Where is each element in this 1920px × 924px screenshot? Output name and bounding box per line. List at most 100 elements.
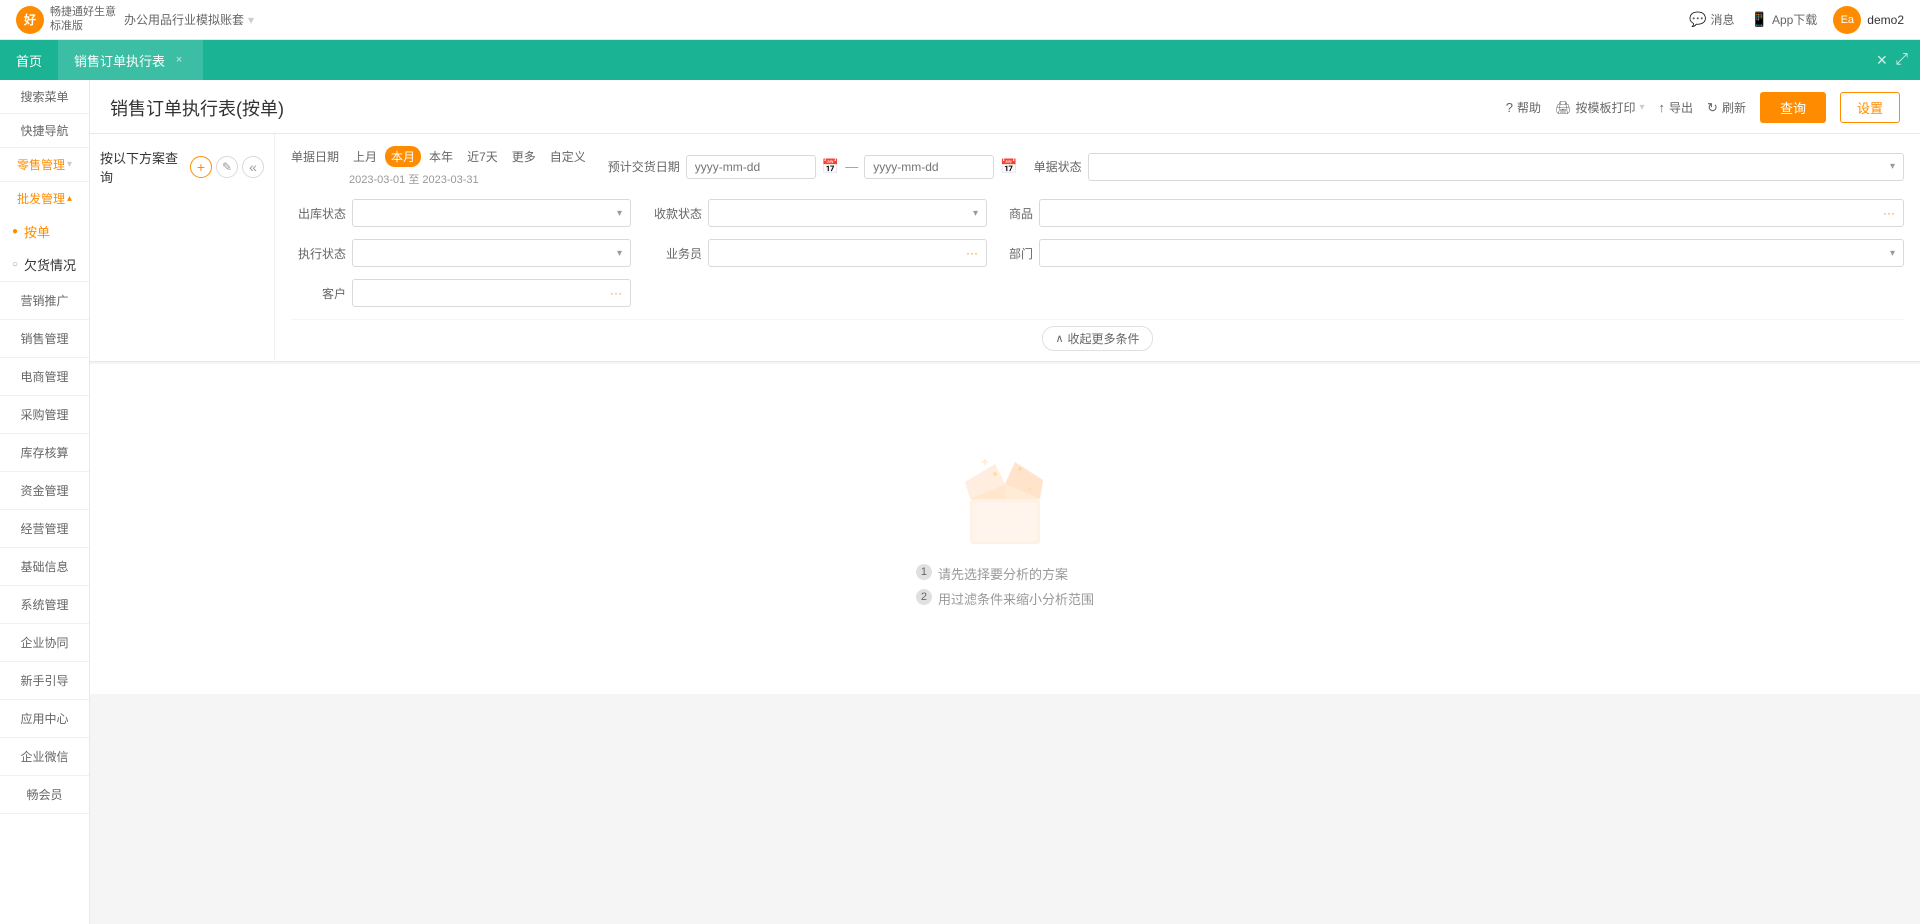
sidebar-item-sales[interactable]: 销售管理 <box>0 320 89 358</box>
delivery-status-label: 出库状态 <box>291 205 346 222</box>
expected-date-end-input[interactable] <box>864 155 994 179</box>
tab-home[interactable]: 首页 <box>0 40 58 80</box>
dept-group: 部门 ▾ <box>1003 239 1904 267</box>
sidebar-item-retail[interactable]: 零售管理 ▾ <box>0 148 89 181</box>
date-tab-custom[interactable]: 自定义 <box>544 146 592 167</box>
delivery-status-select[interactable]: ▾ <box>352 199 631 227</box>
calendar-icon-start[interactable]: 📅 <box>822 158 839 175</box>
salesperson-input[interactable]: ··· <box>708 239 987 267</box>
date-tab-this-year[interactable]: 本年 <box>423 146 459 167</box>
tab-active[interactable]: 销售订单执行表 × <box>58 40 203 80</box>
user-area[interactable]: Ea demo2 <box>1833 6 1904 34</box>
filter-row-4: 客户 ··· <box>291 279 1904 307</box>
page-header: 销售订单执行表(按单) ? 帮助 🖨 按模板打印 ▾ ↑ 导出 <box>90 80 1920 134</box>
sidebar-item-operation[interactable]: 经营管理 <box>0 510 89 548</box>
collapse-bar: ∧ 收起更多条件 <box>291 319 1904 361</box>
sidebar-sub-order[interactable]: ● 按单 <box>0 215 89 248</box>
top-bar-right: 💬 消息 📱 App下载 Ea demo2 <box>1689 6 1904 34</box>
sidebar-item-marketing[interactable]: 营销推广 <box>0 282 89 320</box>
receipt-status-label: 收款状态 <box>647 205 702 222</box>
edit-scheme-button[interactable]: ✎ <box>216 156 238 178</box>
user-name: demo2 <box>1867 13 1904 27</box>
sidebar-item-finance[interactable]: 资金管理 <box>0 472 89 510</box>
dept-select[interactable]: ▾ <box>1039 239 1904 267</box>
dept-arrow: ▾ <box>1890 248 1895 259</box>
sidebar-item-company[interactable]: 企业协同 <box>0 624 89 662</box>
content-area: 销售订单执行表(按单) ? 帮助 🖨 按模板打印 ▾ ↑ 导出 <box>90 80 1920 924</box>
header-actions: ? 帮助 🖨 按模板打印 ▾ ↑ 导出 ↻ 刷新 <box>1506 92 1900 123</box>
add-scheme-button[interactable]: + <box>190 156 212 178</box>
date-tab-this-month[interactable]: 本月 <box>385 146 421 167</box>
customer-more-icon: ··· <box>610 286 622 300</box>
date-tab-7days[interactable]: 近7天 <box>461 146 504 167</box>
sidebar-item-basic[interactable]: 基础信息 <box>0 548 89 586</box>
sidebar-item-purchase[interactable]: 采购管理 <box>0 396 89 434</box>
date-tab-more[interactable]: 更多 <box>506 146 542 167</box>
sidebar-item-system[interactable]: 系统管理 <box>0 586 89 624</box>
sidebar-item-member[interactable]: 畅会员 <box>0 776 89 814</box>
customer-input[interactable]: ··· <box>352 279 631 307</box>
sidebar-item-wechat[interactable]: 企业微信 <box>0 738 89 776</box>
breadcrumb[interactable]: 办公用品行业模拟账套 ▾ <box>124 11 254 28</box>
receipt-arrow: ▾ <box>973 208 978 219</box>
tab-bar: 首页 销售订单执行表 × × ⤢ <box>0 40 1920 80</box>
sidebar-item-appstore[interactable]: 应用中心 <box>0 700 89 738</box>
scheme-panel-header: 按以下方案查询 + ✎ « <box>90 144 274 194</box>
empty-tips: 1 请先选择要分析的方案 2 用过滤条件来缩小分析范围 <box>916 564 1094 614</box>
print-button[interactable]: 🖨 按模板打印 ▾ <box>1555 99 1645 116</box>
sidebar-item-newbie[interactable]: 新手引导 <box>0 662 89 700</box>
main-layout: 搜索菜单 快捷导航 零售管理 ▾ 批发管理 ▴ ● 按单 ○ 欠货情况 营销推广… <box>0 80 1920 924</box>
sidebar-item-ecommerce[interactable]: 电商管理 <box>0 358 89 396</box>
collapse-button[interactable]: ∧ 收起更多条件 <box>1042 326 1152 351</box>
goods-more-icon: ··· <box>1883 206 1895 220</box>
message-button[interactable]: 💬 消息 <box>1689 11 1734 28</box>
filter-row-3: 执行状态 ▾ 业务员 ··· 部门 <box>291 239 1904 267</box>
filter-row-2: 出库状态 ▾ 收款状态 ▾ 商品 <box>291 199 1904 227</box>
avatar: Ea <box>1833 6 1861 34</box>
expected-date-start-input[interactable] <box>686 155 816 179</box>
sidebar-search[interactable]: 搜索菜单 <box>0 80 89 114</box>
date-tab-last-month[interactable]: 上月 <box>347 146 383 167</box>
calendar-icon-end[interactable]: 📅 <box>1000 158 1017 175</box>
salesperson-more-icon: ··· <box>966 246 978 260</box>
delivery-arrow: ▾ <box>617 208 622 219</box>
sidebar-quick-nav[interactable]: 快捷导航 <box>0 114 89 148</box>
filter-scheme-area: 按以下方案查询 + ✎ « 单据日期 <box>90 134 1920 362</box>
top-bar-left: 好 畅捷通好生意 标准版 办公用品行业模拟账套 ▾ <box>16 6 254 34</box>
maximize-icon[interactable]: ⤢ <box>1895 51 1908 69</box>
salesperson-label: 业务员 <box>647 245 702 262</box>
tab-bar-actions: × ⤢ <box>1865 40 1920 80</box>
delivery-status-group: 出库状态 ▾ <box>291 199 631 227</box>
filter-area: 单据日期 上月 本月 本年 近7天 更多 自定义 2023-03-0 <box>275 134 1920 361</box>
empty-tip-1: 1 请先选择要分析的方案 <box>916 564 1094 583</box>
sidebar-sub-debt[interactable]: ○ 欠货情况 <box>0 248 89 281</box>
collapse-scheme-button[interactable]: « <box>242 156 264 178</box>
close-window-icon[interactable]: × <box>1877 50 1888 71</box>
export-button[interactable]: ↑ 导出 <box>1659 99 1694 116</box>
goods-input[interactable]: ··· <box>1039 199 1904 227</box>
exec-status-label: 执行状态 <box>291 245 346 262</box>
exec-arrow: ▾ <box>617 248 622 259</box>
settings-button[interactable]: 设置 <box>1840 92 1900 123</box>
receipt-status-group: 收款状态 ▾ <box>647 199 987 227</box>
app-download-button[interactable]: 📱 App下载 <box>1751 11 1818 28</box>
date-label: 单据日期 <box>291 148 339 165</box>
customer-group: 客户 ··· <box>291 279 631 307</box>
date-tabs: 上月 本月 本年 近7天 更多 自定义 <box>347 146 592 167</box>
exec-status-select[interactable]: ▾ <box>352 239 631 267</box>
scheme-actions: + ✎ « <box>190 156 264 178</box>
goods-label: 商品 <box>1003 205 1033 222</box>
tab-close-button[interactable]: × <box>171 52 187 68</box>
sidebar-item-wholesale[interactable]: 批发管理 ▴ <box>0 182 89 215</box>
sidebar-item-inventory[interactable]: 库存核算 <box>0 434 89 472</box>
help-button[interactable]: ? 帮助 <box>1506 99 1541 116</box>
exec-status-group: 执行状态 ▾ <box>291 239 631 267</box>
doc-status-select[interactable]: ▾ <box>1088 153 1904 181</box>
receipt-status-select[interactable]: ▾ <box>708 199 987 227</box>
sidebar-retail-group: 零售管理 ▾ <box>0 148 89 182</box>
filter-row-1: 单据日期 上月 本月 本年 近7天 更多 自定义 2023-03-0 <box>291 146 1904 187</box>
refresh-button[interactable]: ↻ 刷新 <box>1707 99 1746 116</box>
dept-label: 部门 <box>1003 245 1033 262</box>
date-filter-group: 单据日期 上月 本月 本年 近7天 更多 自定义 2023-03-0 <box>291 146 592 187</box>
query-button[interactable]: 查询 <box>1760 92 1826 123</box>
